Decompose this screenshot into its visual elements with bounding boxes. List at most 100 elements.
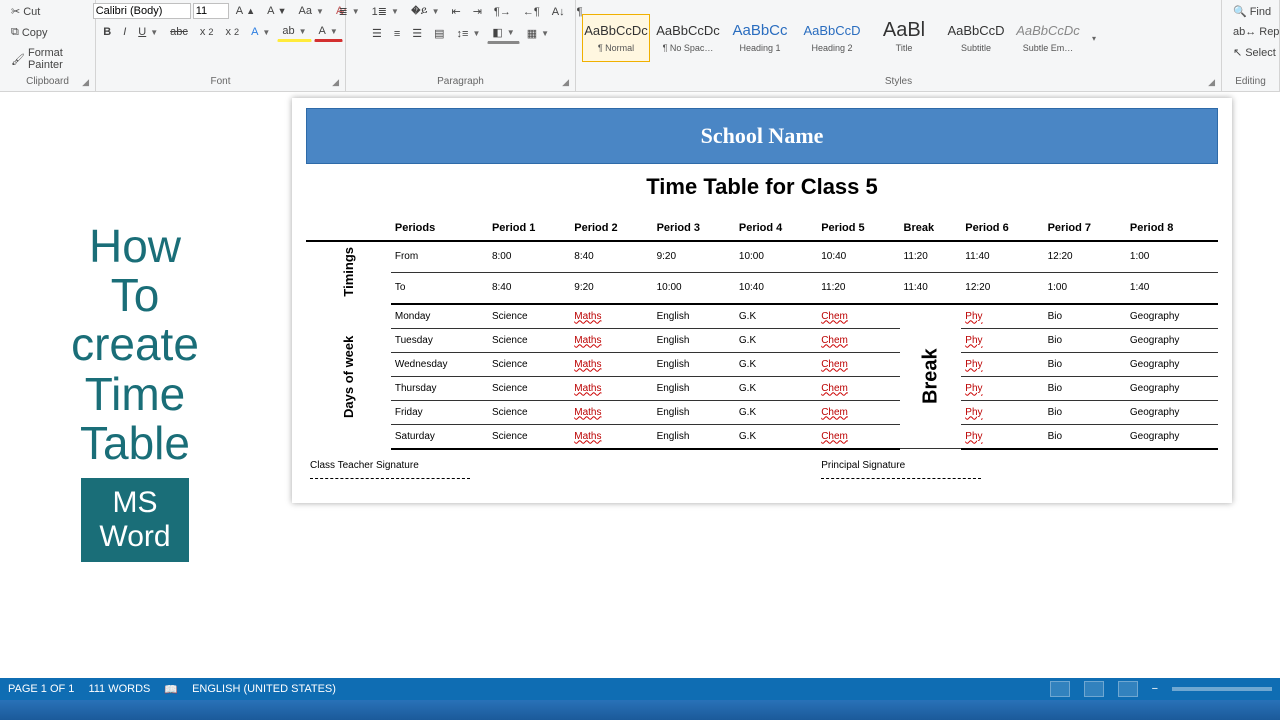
shrink-font-button[interactable]: A▼ (262, 2, 291, 20)
cell: Science (488, 328, 570, 352)
zoom-out-button[interactable]: − (1152, 683, 1158, 695)
style-tile-4[interactable]: AaBlTitle (870, 14, 938, 62)
shading-button[interactable]: ◧▼ (487, 23, 519, 44)
cell: Chem (817, 424, 899, 449)
page-count[interactable]: PAGE 1 OF 1 (8, 683, 74, 695)
cell: Chem (817, 328, 899, 352)
copy-button[interactable]: ⧉Copy (6, 23, 53, 42)
col-header: Period 7 (1044, 216, 1126, 241)
sort-button[interactable]: A↓ (547, 3, 570, 21)
numbering-button[interactable]: 1≣▼ (367, 2, 404, 21)
styles-more-button[interactable]: ▾ (1086, 31, 1101, 46)
print-layout-button[interactable] (1084, 681, 1104, 697)
ltr-button[interactable]: ¶→ (489, 3, 516, 21)
group-paragraph: ≣▼ 1≣▼ �ይ▼ ⇤ ⇥ ¶→ ←¶ A↓ ¶ ☰ ≡ ☰ ▤ ↕≡▼ ◧▼… (346, 0, 576, 91)
style-tile-2[interactable]: AaBbCcHeading 1 (726, 14, 794, 62)
dialog-launcher-icon[interactable]: ◢ (1208, 77, 1215, 88)
find-button[interactable]: 🔍Find (1228, 2, 1276, 21)
cell: Maths (570, 400, 652, 424)
document-area[interactable]: School Name Time Table for Class 5 Perio… (270, 92, 1280, 692)
find-label: Find (1250, 6, 1271, 18)
cell: G.K (735, 352, 817, 376)
line-spacing-button[interactable]: ↕≡▼ (452, 25, 486, 43)
cell: Bio (1044, 352, 1126, 376)
decrease-indent-button[interactable]: ⇤ (446, 2, 465, 21)
windows-taskbar[interactable] (0, 700, 1280, 720)
group-clipboard: ✂Cut ⧉Copy 🖌Format Painter Clipboard◢ (0, 0, 96, 91)
select-button[interactable]: ↖Select (1228, 43, 1280, 62)
cell: G.K (735, 424, 817, 449)
dialog-launcher-icon[interactable]: ◢ (332, 77, 339, 88)
workspace: How To create Time Table MSWord School N… (0, 92, 1280, 692)
cell: Phy (961, 352, 1043, 376)
rtl-button[interactable]: ←¶ (518, 3, 545, 21)
bold-button[interactable]: B (98, 23, 116, 41)
superscript-button[interactable]: x2 (220, 23, 244, 41)
proofing-icon[interactable]: 📖 (164, 683, 178, 696)
cell: 8:00 (488, 241, 570, 272)
read-mode-button[interactable] (1050, 681, 1070, 697)
align-center-button[interactable]: ≡ (389, 25, 405, 43)
cell: 9:20 (653, 241, 735, 272)
italic-button[interactable]: I (118, 23, 131, 41)
cell: To (391, 272, 488, 303)
font-color-button[interactable]: A▼ (314, 22, 343, 42)
zoom-slider[interactable] (1172, 687, 1272, 691)
school-banner: School Name (306, 108, 1218, 164)
cell: 8:40 (570, 241, 652, 272)
cell: Chem (817, 304, 899, 329)
cell: Geography (1126, 376, 1218, 400)
col-header: Period 6 (961, 216, 1043, 241)
font-size-combo[interactable] (193, 3, 229, 19)
increase-indent-button[interactable]: ⇥ (468, 2, 487, 21)
grow-font-button[interactable]: A▲ (231, 2, 260, 20)
days-label: Days of week (306, 304, 391, 449)
align-right-button[interactable]: ☰ (407, 24, 427, 43)
multilevel-button[interactable]: �ይ▼ (406, 2, 445, 21)
replace-icon: ab↔ (1233, 26, 1256, 38)
cell: 10:00 (653, 272, 735, 303)
style-tile-0[interactable]: AaBbCcDc¶ Normal (582, 14, 650, 62)
cell: English (653, 424, 735, 449)
align-left-button[interactable]: ☰ (367, 24, 387, 43)
dialog-launcher-icon[interactable]: ◢ (562, 77, 569, 88)
style-tile-6[interactable]: AaBbCcDcSubtle Em… (1014, 14, 1082, 62)
style-tile-5[interactable]: AaBbCcDSubtitle (942, 14, 1010, 62)
styles-group-label: Styles (885, 76, 912, 87)
bullets-button[interactable]: ≣▼ (333, 2, 364, 21)
justify-button[interactable]: ▤ (429, 24, 449, 43)
strike-button[interactable]: abc (165, 23, 193, 41)
cell: English (653, 304, 735, 329)
format-painter-button[interactable]: 🖌Format Painter (6, 44, 89, 74)
borders-button[interactable]: ▦▼ (522, 24, 554, 43)
cell: G.K (735, 400, 817, 424)
header-row: PeriodsPeriod 1Period 2Period 3Period 4P… (306, 216, 1218, 241)
cut-button[interactable]: ✂Cut (6, 2, 45, 21)
col-header: Period 8 (1126, 216, 1218, 241)
style-tile-3[interactable]: AaBbCcDHeading 2 (798, 14, 866, 62)
font-name-combo[interactable] (93, 3, 191, 19)
change-case-button[interactable]: Aa▼ (294, 2, 329, 20)
paragraph-group-label: Paragraph (437, 76, 484, 87)
highlight-button[interactable]: ab▼ (277, 22, 311, 42)
select-label: Select (1245, 47, 1276, 59)
dialog-launcher-icon[interactable]: ◢ (82, 77, 89, 88)
cell: Phy (961, 424, 1043, 449)
web-layout-button[interactable] (1118, 681, 1138, 697)
cell: Science (488, 400, 570, 424)
text-effects-button[interactable]: A▼ (246, 23, 275, 41)
cell: Bio (1044, 328, 1126, 352)
cell: Geography (1126, 400, 1218, 424)
style-tile-1[interactable]: AaBbCcDc¶ No Spac… (654, 14, 722, 62)
cursor-icon: ↖ (1233, 46, 1242, 59)
cell: Maths (570, 424, 652, 449)
word-count[interactable]: 111 WORDS (88, 683, 150, 695)
cell: From (391, 241, 488, 272)
language[interactable]: ENGLISH (UNITED STATES) (192, 683, 336, 695)
replace-button[interactable]: ab↔Replace (1228, 23, 1280, 41)
underline-button[interactable]: U▼ (133, 23, 163, 41)
subscript-button[interactable]: x2 (195, 23, 219, 41)
styles-gallery[interactable]: AaBbCcDc¶ NormalAaBbCcDc¶ No Spac…AaBbCc… (582, 2, 1215, 74)
cell: G.K (735, 304, 817, 329)
scissors-icon: ✂ (11, 5, 20, 18)
